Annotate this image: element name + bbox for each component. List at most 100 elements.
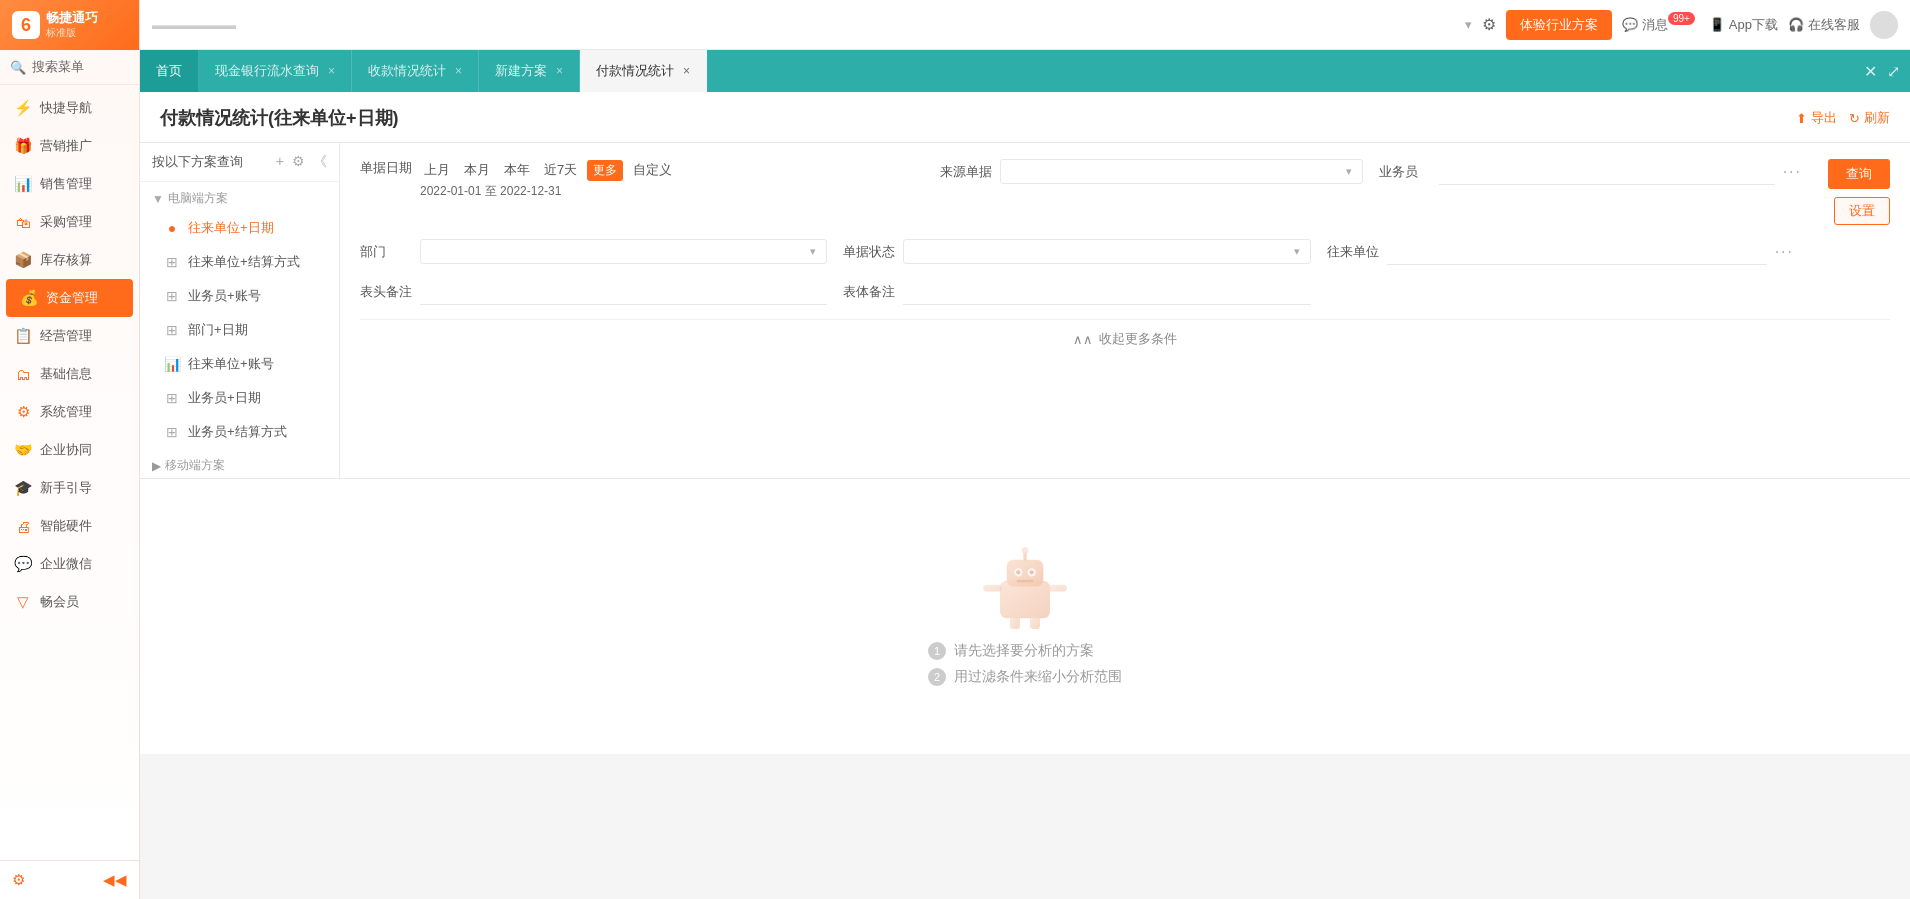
query-btn[interactable]: 查询 <box>1828 159 1890 189</box>
partner-label: 往来单位 <box>1327 243 1379 261</box>
scheme-panel: 按以下方案查询 + ⚙ 《 ▼ 电脑端方案 ● 往来单位+日期 <box>140 143 340 478</box>
body-note-label: 表体备注 <box>843 283 895 301</box>
topbar-settings-icon[interactable]: ⚙ <box>1482 15 1496 34</box>
scheme-item-staff-settlement[interactable]: ⊞ 业务员+结算方式 <box>140 415 339 449</box>
sidebar-item-capital[interactable]: 💰 资金管理 <box>6 279 133 317</box>
quick-nav-icon: ⚡ <box>14 99 32 117</box>
sidebar-item-system[interactable]: ⚙ 系统管理 <box>0 393 139 431</box>
sidebar-item-purchase[interactable]: 🛍 采购管理 <box>0 203 139 241</box>
sidebar-item-basic[interactable]: 🗂 基础信息 <box>0 355 139 393</box>
header-note-label: 表头备注 <box>360 283 412 301</box>
staff-input[interactable] <box>1439 159 1775 185</box>
scheme-item-staff-account-icon: ⊞ <box>164 288 180 304</box>
tab-fullscreen-btn[interactable]: ⤢ <box>1887 62 1900 81</box>
scheme-item-partner-date[interactable]: ● 往来单位+日期 <box>140 211 339 245</box>
date-opt-last-month[interactable]: 上月 <box>420 159 454 181</box>
online-service-btn[interactable]: 🎧 在线客服 <box>1788 16 1860 34</box>
messages-btn[interactable]: 💬 消息 99+ <box>1622 16 1699 34</box>
refresh-btn[interactable]: ↻ 刷新 <box>1849 109 1890 127</box>
partner-more-btn[interactable]: ··· <box>1775 243 1794 261</box>
desktop-section-toggle[interactable]: ▼ <box>152 192 164 206</box>
tab-cash-flow-close[interactable]: × <box>328 64 335 78</box>
scheme-item-partner-settlement[interactable]: ⊞ 往来单位+结算方式 <box>140 245 339 279</box>
scheme-item-staff-date[interactable]: ⊞ 业务员+日期 <box>140 381 339 415</box>
filter-settings-btn[interactable]: 设置 <box>1834 197 1890 225</box>
tab-payment-stats-label: 付款情况统计 <box>596 62 674 80</box>
sales-icon: 📊 <box>14 175 32 193</box>
scheme-item-staff-settlement-icon: ⊞ <box>164 424 180 440</box>
scheme-collapse-btn[interactable]: 《 <box>313 153 327 171</box>
scheme-item-staff-date-icon: ⊞ <box>164 390 180 406</box>
tab-collection-stats[interactable]: 收款情况统计 × <box>352 50 479 92</box>
scheme-item-partner-account[interactable]: 📊 往来单位+账号 <box>140 347 339 381</box>
tab-close-all-btn[interactable]: ✕ <box>1864 62 1877 81</box>
sidebar-item-hardware[interactable]: 🖨 智能硬件 <box>0 507 139 545</box>
tab-payment-stats[interactable]: 付款情况统计 × <box>580 50 707 92</box>
scheme-item-dept-date[interactable]: ⊞ 部门+日期 <box>140 313 339 347</box>
date-label: 单据日期 <box>360 159 412 177</box>
footer-collapse-btn[interactable]: ◀◀ <box>103 871 127 889</box>
mobile-section[interactable]: ▶ 移动端方案 <box>140 449 339 478</box>
dept-select[interactable]: ▾ <box>420 239 827 264</box>
source-select-arrow: ▾ <box>1346 165 1352 178</box>
date-opt-this-year[interactable]: 本年 <box>500 159 534 181</box>
date-opt-custom[interactable]: 自定义 <box>629 159 676 181</box>
tab-home[interactable]: 首页 <box>140 50 199 92</box>
tab-collection-stats-close[interactable]: × <box>455 64 462 78</box>
date-opt-7days[interactable]: 近7天 <box>540 159 581 181</box>
search-menu[interactable]: 🔍 搜索菜单 <box>0 50 139 85</box>
scheme-settings-btn[interactable]: ⚙ <box>292 153 305 171</box>
scheme-add-btn[interactable]: + <box>276 153 284 171</box>
sidebar-item-marketing-label: 营销推广 <box>40 137 92 155</box>
user-avatar[interactable] <box>1870 11 1898 39</box>
scheme-item-partner-date-icon: ● <box>164 220 180 236</box>
empty-illustration <box>975 539 1075 642</box>
tab-payment-stats-close[interactable]: × <box>683 64 690 78</box>
export-btn[interactable]: ⬆ 导出 <box>1796 109 1837 127</box>
sidebar-item-enterprise-label: 企业协同 <box>40 441 92 459</box>
sidebar-item-sales[interactable]: 📊 销售管理 <box>0 165 139 203</box>
mobile-section-toggle: ▶ <box>152 459 161 473</box>
breadcrumb: ▬▬▬▬▬▬▬ <box>152 18 1455 32</box>
sidebar-item-wechat[interactable]: 💬 企业微信 <box>0 545 139 583</box>
sidebar-item-inventory[interactable]: 📦 库存核算 <box>0 241 139 279</box>
messages-label: 消息 <box>1642 16 1668 34</box>
filter-row-3: 表头备注 表体备注 <box>360 279 1890 305</box>
app-subtitle: 标准版 <box>46 26 98 40</box>
doc-status-select[interactable]: ▾ <box>903 239 1310 264</box>
sidebar-item-quick-nav[interactable]: ⚡ 快捷导航 <box>0 89 139 127</box>
tab-new-scheme-close[interactable]: × <box>556 64 563 78</box>
source-select[interactable]: ▾ <box>1000 159 1363 184</box>
scheme-item-staff-account[interactable]: ⊞ 业务员+账号 <box>140 279 339 313</box>
sidebar-item-guide-label: 新手引导 <box>40 479 92 497</box>
dropdown-arrow-icon[interactable]: ▾ <box>1465 17 1472 32</box>
page-title: 付款情况统计(往来单位+日期) <box>160 106 399 142</box>
app-download-btn[interactable]: 📱 App下载 <box>1709 16 1778 34</box>
desktop-section-label: 电脑端方案 <box>168 190 228 207</box>
sidebar-item-wechat-label: 企业微信 <box>40 555 92 573</box>
sidebar-item-member[interactable]: ▽ 畅会员 <box>0 583 139 621</box>
messages-badge: 99+ <box>1668 12 1695 25</box>
footer-settings-btn[interactable]: ⚙ <box>12 871 25 889</box>
trial-industry-btn[interactable]: 体验行业方案 <box>1506 10 1612 40</box>
scheme-item-partner-settlement-icon: ⊞ <box>164 254 180 270</box>
content-area: 付款情况统计(往来单位+日期) ⬆ 导出 ↻ 刷新 按以下方案查询 + <box>140 92 1910 899</box>
sidebar-item-marketing[interactable]: 🎁 营销推广 <box>0 127 139 165</box>
tab-cash-flow[interactable]: 现金银行流水查询 × <box>199 50 352 92</box>
body-note-input[interactable] <box>903 279 1310 305</box>
collapse-label: 收起更多条件 <box>1099 330 1177 348</box>
tab-new-scheme[interactable]: 新建方案 × <box>479 50 580 92</box>
partner-input[interactable] <box>1387 239 1767 265</box>
scheme-item-staff-account-label: 业务员+账号 <box>188 287 261 305</box>
collapse-more-btn[interactable]: ∧∧ 收起更多条件 <box>360 319 1890 358</box>
header-note-input[interactable] <box>420 279 827 305</box>
date-opt-this-month[interactable]: 本月 <box>460 159 494 181</box>
scheme-item-staff-date-label: 业务员+日期 <box>188 389 261 407</box>
main-area: ▬▬▬▬▬▬▬ ▾ ⚙ 体验行业方案 💬 消息 99+ 📱 App下载 🎧 在线… <box>140 0 1910 899</box>
sidebar-item-guide[interactable]: 🎓 新手引导 <box>0 469 139 507</box>
staff-more-btn[interactable]: ··· <box>1783 163 1802 181</box>
sidebar-item-enterprise[interactable]: 🤝 企业协同 <box>0 431 139 469</box>
sidebar-item-operation[interactable]: 📋 经营管理 <box>0 317 139 355</box>
date-opt-more[interactable]: 更多 <box>587 160 623 181</box>
topbar: ▬▬▬▬▬▬▬ ▾ ⚙ 体验行业方案 💬 消息 99+ 📱 App下载 🎧 在线… <box>140 0 1910 50</box>
